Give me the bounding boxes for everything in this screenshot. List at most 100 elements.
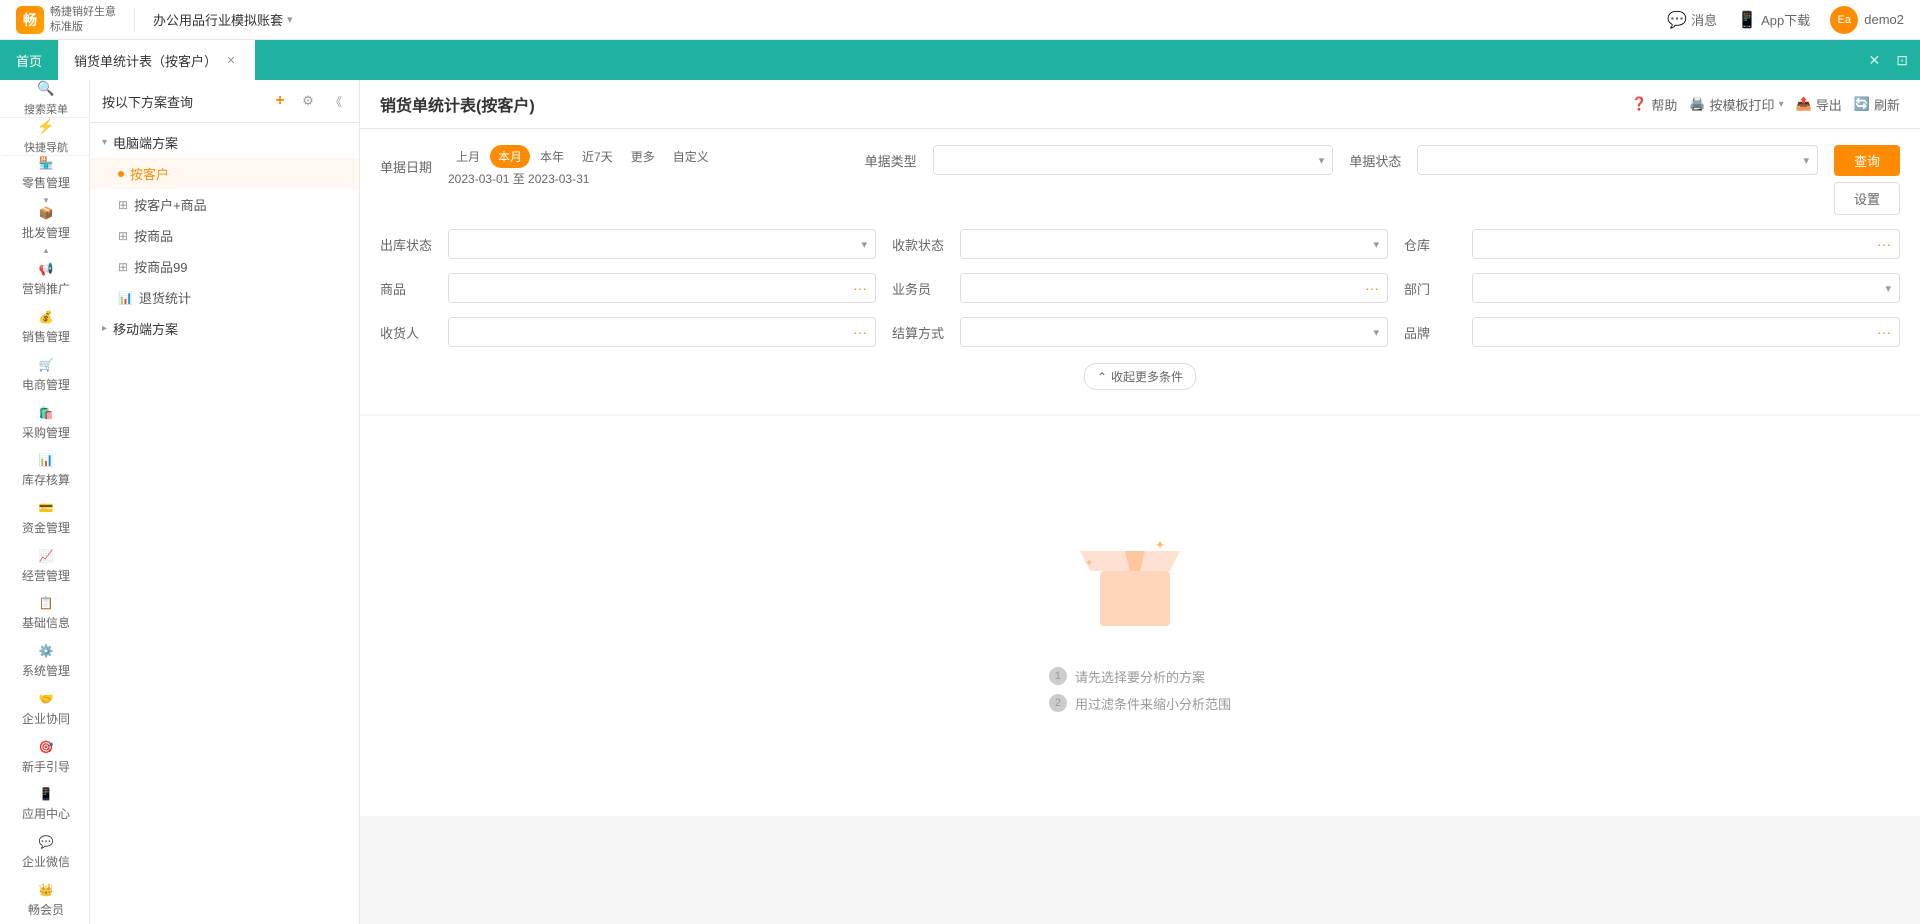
home-tab-label: 首页	[16, 51, 42, 70]
sales-stats-tab-label: 销货单统计表（按客户）	[74, 51, 217, 70]
tab-close-icon[interactable]: ✕	[223, 52, 239, 68]
department-input[interactable]: ▾	[1472, 273, 1900, 303]
add-scheme-button[interactable]: +	[269, 90, 291, 112]
ship-status-label: 出库状态	[380, 235, 440, 254]
filter-department: 部门 ▾	[1404, 273, 1900, 303]
collapse-button[interactable]: ⌃ 收起更多条件	[1084, 363, 1196, 390]
filter-receiver: 收货人 ···	[380, 317, 876, 347]
sidebar-item-appcenter[interactable]: 📱 应用中心	[0, 781, 89, 829]
receiver-dots: ···	[853, 324, 867, 340]
payment-status-input[interactable]: ▾	[960, 229, 1388, 259]
tab-sales-stats[interactable]: 销货单统计表（按客户） ✕	[58, 40, 255, 80]
tree-mobile-section[interactable]: ▸ 移动端方案	[90, 313, 359, 344]
sidebar-item-system[interactable]: ⚙️ 系统管理	[0, 638, 89, 686]
tree-item-label: 按客户	[130, 164, 169, 183]
sales-icon: 💰	[39, 310, 54, 324]
logo-area: 畅 畅捷销好生意 标准版	[16, 5, 116, 34]
sidebar-item-newbie[interactable]: 🎯 新手引导	[0, 733, 89, 781]
date-tab-this-month[interactable]: 本月	[490, 145, 530, 168]
product-input[interactable]: ···	[448, 273, 876, 303]
tree-item-label-3: 按商品99	[134, 257, 187, 276]
message-button[interactable]: 💬 消息	[1667, 10, 1717, 30]
salesperson-input[interactable]: ···	[960, 273, 1388, 303]
date-tab-this-year[interactable]: 本年	[532, 145, 572, 168]
sidebar-item-marketing[interactable]: 📢 营销推广	[0, 256, 89, 304]
date-control: 上月 本月 本年 近7天 更多 自定义 2023-03-01 至 2023-03…	[448, 145, 849, 187]
header-right: 💬 消息 📱 App下载 Ea demo2	[1667, 6, 1904, 34]
filter-order-type: 单据类型 ▾	[865, 145, 1334, 175]
tab-bar: 首页 销货单统计表（按客户） ✕ ✕ ⊡	[0, 40, 1920, 80]
member-icon: 👑	[39, 883, 54, 897]
ship-status-input[interactable]: ▾	[448, 229, 876, 259]
order-type-input[interactable]: ▾	[933, 145, 1334, 175]
payment-method-input[interactable]: ▾	[960, 317, 1388, 347]
collapse-icon: ⌃	[1097, 370, 1107, 384]
ship-chevron: ▾	[861, 238, 867, 251]
sidebar-item-enterprise[interactable]: 🤝 企业协同	[0, 685, 89, 733]
empty-hint-2: 2 用过滤条件来缩小分析范围	[1049, 694, 1231, 713]
tree-item-by-product[interactable]: ⊞ 按商品	[90, 220, 359, 251]
sidebar-item-wechat[interactable]: 💬 企业微信	[0, 829, 89, 877]
sidebar-item-member[interactable]: 👑 畅会员	[0, 876, 89, 924]
export-button[interactable]: 📤 导出	[1796, 95, 1842, 114]
print-button[interactable]: 🖨️ 按模板打印 ▾	[1689, 95, 1783, 114]
enterprise-icon: 🤝	[39, 692, 54, 706]
filter-area: 单据日期 上月 本月 本年 近7天 更多 自定义 20	[360, 129, 1920, 414]
collapse-panel-button[interactable]: 《	[325, 90, 347, 112]
brand-input[interactable]: ···	[1472, 317, 1900, 347]
brand-label: 品牌	[1404, 323, 1464, 342]
sidebar-item-operations[interactable]: 📈 经营管理	[0, 542, 89, 590]
help-button[interactable]: ❓ 帮助	[1631, 95, 1677, 114]
sidebar-item-inventory[interactable]: 📊 库存核算	[0, 447, 89, 495]
filter-salesperson: 业务员 ···	[892, 273, 1388, 303]
tab-close-all-icon[interactable]: ✕	[1865, 48, 1885, 73]
tree-desktop-section[interactable]: ▾ 电脑端方案	[90, 127, 359, 158]
svg-text:✦: ✦	[1155, 538, 1165, 552]
tree-item-return-stats[interactable]: 📊 退货统计	[90, 282, 359, 313]
payment-status-chevron: ▾	[1373, 238, 1379, 251]
tree-item-by-customer-product[interactable]: ⊞ 按客户+商品	[90, 189, 359, 220]
empty-illustration: ✦ ✦	[1070, 511, 1210, 651]
receiver-input[interactable]: ···	[448, 317, 876, 347]
date-tab-last-7[interactable]: 近7天	[574, 145, 621, 168]
settings-scheme-button[interactable]: ⚙	[297, 90, 319, 112]
settings-button[interactable]: 设置	[1834, 182, 1900, 215]
sidebar-item-ecommerce[interactable]: 🛒 电商管理	[0, 351, 89, 399]
sidebar-item-basic[interactable]: 📋 基础信息	[0, 590, 89, 638]
tree-item-by-customer[interactable]: 按客户	[90, 158, 359, 189]
tree-item-by-product-99[interactable]: ⊞ 按商品99	[90, 251, 359, 282]
product-dots: ···	[853, 280, 867, 296]
app-download-button[interactable]: 📱 App下载	[1737, 10, 1810, 30]
purchase-icon: 🛍️	[39, 406, 54, 420]
order-status-input[interactable]: ▾	[1417, 145, 1818, 175]
user-menu[interactable]: Ea demo2	[1830, 6, 1904, 34]
sidebar-item-retail[interactable]: 🏪 零售管理 ▾	[0, 156, 89, 206]
main-layout: 🔍 搜索菜单 ⚡ 快捷导航 🏪 零售管理 ▾ 📦 批发管理 ▴ 📢 营销推广	[0, 80, 1920, 924]
date-tab-custom[interactable]: 自定义	[665, 145, 717, 168]
hint-2-text: 用过滤条件来缩小分析范围	[1075, 694, 1231, 713]
basic-icon: 📋	[39, 596, 54, 610]
warehouse-input[interactable]: ···	[1472, 229, 1900, 259]
query-button[interactable]: 查询	[1834, 145, 1900, 176]
empty-state: ✦ ✦ 1 请先选择要分析的方案 2 用过滤条件来缩小分析范围	[360, 416, 1920, 816]
sidebar-item-finance[interactable]: 💳 资金管理	[0, 495, 89, 543]
ecommerce-icon: 🛒	[39, 358, 54, 372]
newbie-icon: 🎯	[39, 740, 54, 754]
sidebar-item-wholesale[interactable]: 📦 批发管理 ▴	[0, 206, 89, 256]
filter-date: 单据日期 上月 本月 本年 近7天 更多 自定义 20	[380, 145, 849, 187]
date-tab-last-month[interactable]: 上月	[448, 145, 488, 168]
sidebar-item-sales[interactable]: 💰 销售管理	[0, 304, 89, 352]
tab-restore-icon[interactable]: ⊡	[1892, 48, 1912, 73]
refresh-button[interactable]: 🔄 刷新	[1854, 95, 1900, 114]
svg-text:✦: ✦	[1085, 558, 1093, 569]
date-tab-more[interactable]: 更多	[623, 145, 663, 168]
tab-home[interactable]: 首页	[0, 40, 58, 80]
app-title[interactable]: 办公用品行业模拟账套 ▾	[153, 10, 293, 29]
sidebar-item-search[interactable]: 🔍 搜索菜单	[0, 80, 89, 118]
inventory-icon: 📊	[39, 453, 54, 467]
date-tabs: 上月 本月 本年 近7天 更多 自定义	[448, 145, 841, 168]
retail-arrow: ▾	[44, 195, 49, 206]
sidebar-item-quick-nav[interactable]: ⚡ 快捷导航	[0, 118, 89, 156]
sidebar-item-purchase[interactable]: 🛍️ 采购管理	[0, 399, 89, 447]
filter-payment-status: 收款状态 ▾	[892, 229, 1388, 259]
